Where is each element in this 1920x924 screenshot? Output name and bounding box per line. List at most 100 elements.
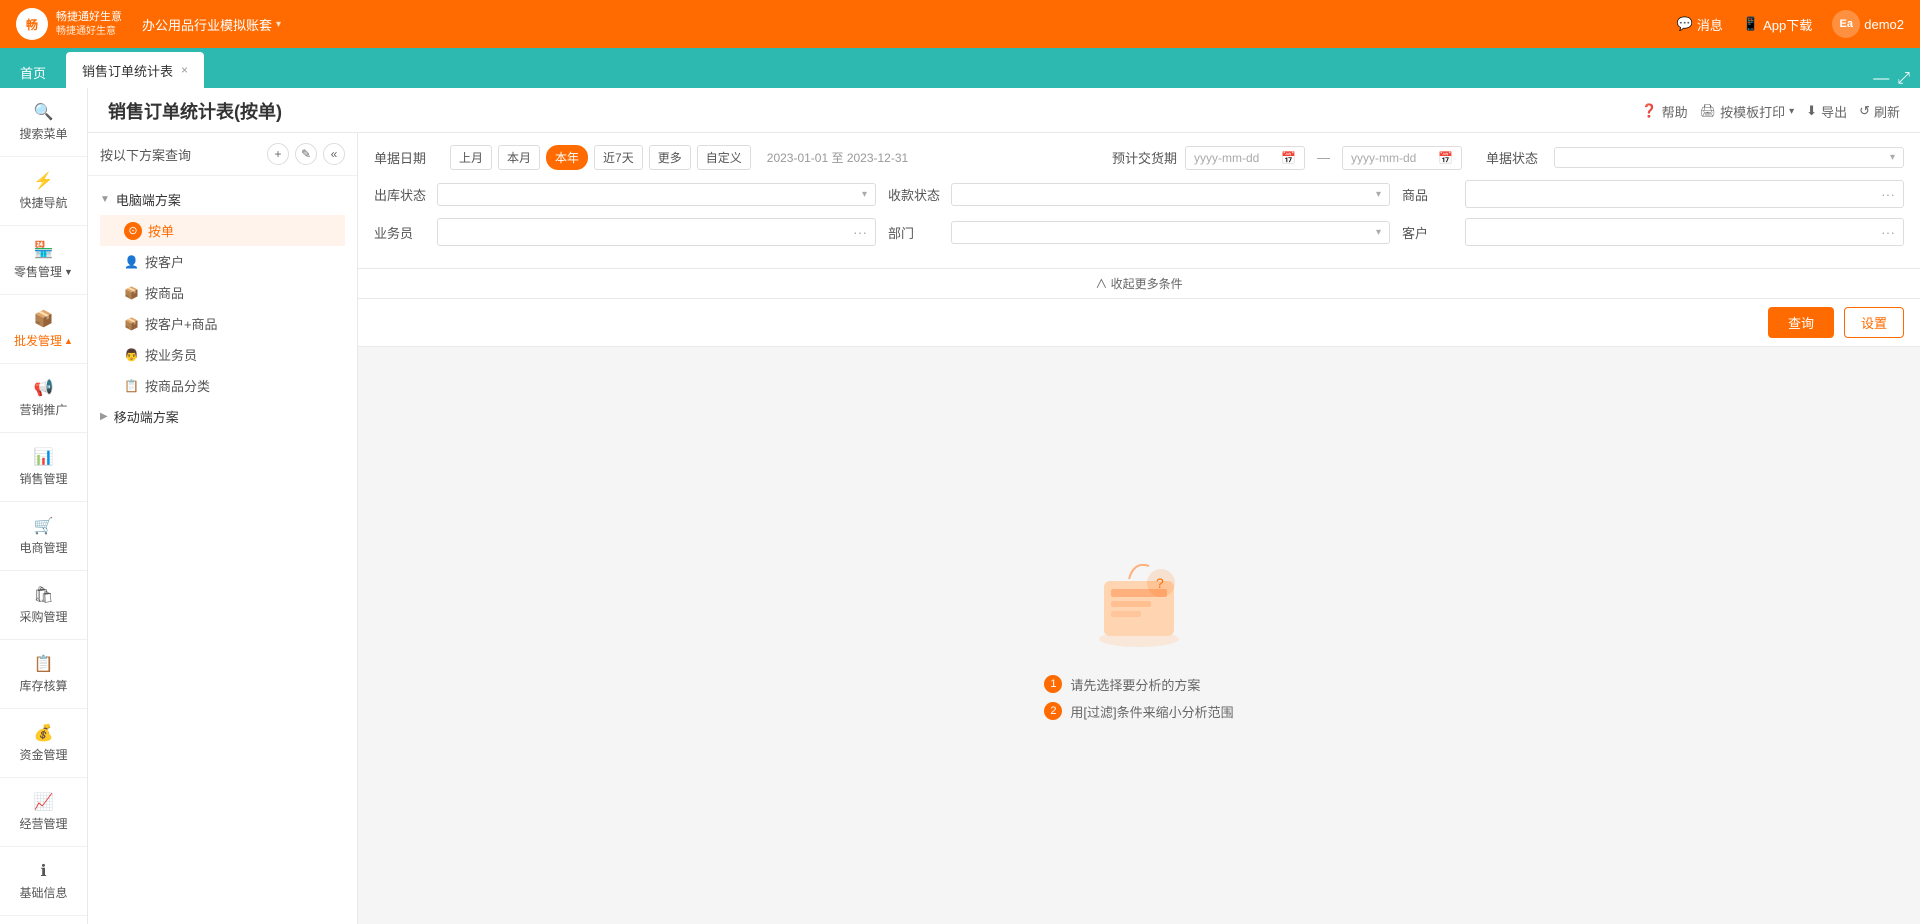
salesperson-label: 业务员	[374, 223, 429, 242]
sidebar-item-ecom[interactable]: 🛒 电商管理	[0, 502, 87, 571]
sidebar-item-operations[interactable]: 📈 经营管理	[0, 778, 87, 847]
status-select[interactable]: ▾	[1554, 147, 1904, 168]
finance-icon: 💰	[0, 723, 87, 743]
sidebar-item-basic-info[interactable]: ℹ 基础信息	[0, 847, 87, 916]
collapse-icon: «	[331, 147, 338, 161]
empty-state: ? 1 请先选择要分析的方案 2 用[过滤]条件来缩小分析范围	[358, 347, 1920, 924]
expected-date-to[interactable]: yyyy-mm-dd 📅	[1342, 146, 1462, 170]
sidebar-item-quicknav[interactable]: ⚡ 快捷导航	[0, 157, 87, 226]
ship-status-select[interactable]: ▾	[437, 183, 876, 206]
tab-bar: 首页 销售订单统计表 × — ⤢	[0, 48, 1920, 88]
refresh-btn[interactable]: ↺ 刷新	[1859, 102, 1900, 121]
salesperson-more-icon[interactable]: ···	[853, 224, 867, 240]
app-icon: 📱	[1743, 16, 1759, 32]
company-dropdown-icon[interactable]: ▾	[276, 19, 281, 30]
help-icon: ❓	[1641, 103, 1657, 119]
filter-row-date: 单据日期 上月 本月 本年 近7天 更多 自定义 2023-01-01 至 20…	[374, 145, 1904, 170]
template-print-btn[interactable]: 🖨 按模板打印 ▾	[1700, 102, 1795, 121]
ship-status-chevron-icon: ▾	[862, 189, 867, 200]
payment-status-label: 收款状态	[888, 185, 943, 204]
dept-select[interactable]: ▾	[951, 221, 1390, 244]
quicknav-icon: ⚡	[0, 171, 87, 191]
sidebar-item-sales-label: 销售管理	[0, 470, 87, 487]
add-scheme-btn[interactable]: +	[267, 143, 289, 165]
payment-status-cell: 收款状态 ▾	[888, 180, 1390, 208]
tree-arrow-mobile: ▶	[100, 411, 108, 422]
tree-section: ▼ 电脑端方案 ⊙ 按单 👤 按客户 📦 按商品	[88, 176, 357, 924]
app-download-btn[interactable]: 📱 App下载	[1743, 15, 1812, 34]
tree-child-by-order-label: 按单	[148, 221, 174, 240]
goods-label: 商品	[1402, 185, 1457, 204]
collapse-panel-btn[interactable]: «	[323, 143, 345, 165]
step-2-num: 2	[1044, 702, 1062, 720]
sidebar-item-sales[interactable]: 📊 销售管理	[0, 433, 87, 502]
tree-child-customer-product-label: 按客户+商品	[145, 314, 218, 333]
settings-btn[interactable]: 设置	[1844, 307, 1904, 338]
goods-more-icon[interactable]: ···	[1881, 186, 1895, 202]
edit-icon: ✎	[301, 147, 311, 161]
sales-icon: 📊	[0, 447, 87, 467]
user-profile[interactable]: Ea demo2	[1832, 10, 1904, 38]
ship-status-label: 出库状态	[374, 185, 429, 204]
salesperson-input[interactable]: ···	[437, 218, 876, 246]
tree-child-by-customer[interactable]: 👤 按客户	[100, 246, 345, 277]
customer-more-icon[interactable]: ···	[1881, 224, 1895, 240]
export-label: 导出	[1821, 102, 1847, 121]
tab-maximize-btn[interactable]: ⤢	[1897, 70, 1910, 88]
tree-parent-mobile-label: 移动端方案	[114, 407, 179, 426]
search-icon: 🔍	[0, 102, 87, 122]
tree-child-customer-product[interactable]: 📦 按客户+商品	[100, 308, 345, 339]
customer-input[interactable]: ···	[1465, 218, 1904, 246]
user-name: demo2	[1864, 17, 1904, 32]
edit-scheme-btn[interactable]: ✎	[295, 143, 317, 165]
collapse-label: ∧ 收起更多条件	[1095, 277, 1182, 291]
tree-parent-pc[interactable]: ▼ 电脑端方案	[100, 184, 345, 215]
help-btn[interactable]: ❓ 帮助	[1641, 102, 1687, 121]
tree-child-by-category[interactable]: 📋 按商品分类	[100, 370, 345, 401]
date-btn-custom[interactable]: 自定义	[697, 145, 751, 170]
expected-date-from[interactable]: yyyy-mm-dd 📅	[1185, 146, 1305, 170]
company-selector[interactable]: 办公用品行业模拟账套 ▾	[122, 15, 1677, 34]
logo-icon: 畅	[16, 8, 48, 40]
sidebar-item-retail[interactable]: 🏪 零售管理 ▼	[0, 226, 87, 295]
date-quick-group: 上月 本月 本年 近7天 更多 自定义	[450, 145, 751, 170]
tab-bar-actions: — ⤢	[1873, 70, 1920, 88]
customer-tree-icon: 👤	[124, 255, 139, 269]
tab-close-icon[interactable]: ×	[181, 63, 188, 77]
date-btn-last-month[interactable]: 上月	[450, 145, 492, 170]
query-btn[interactable]: 查询	[1768, 307, 1834, 338]
date-btn-more[interactable]: 更多	[649, 145, 691, 170]
date-btn-7days[interactable]: 近7天	[594, 145, 643, 170]
tab-active-label: 销售订单统计表	[82, 61, 173, 80]
sidebar-item-wholesale[interactable]: 📦 批发管理 ▲	[0, 295, 87, 364]
refresh-icon: ↺	[1859, 103, 1870, 119]
filter-row-3: 业务员 ··· 部门 ▾	[374, 218, 1904, 246]
sidebar-item-finance[interactable]: 💰 资金管理	[0, 709, 87, 778]
left-panel-header: 按以下方案查询 + ✎ «	[88, 133, 357, 176]
sidebar-item-marketing[interactable]: 📢 营销推广	[0, 364, 87, 433]
date-btn-this-month[interactable]: 本月	[498, 145, 540, 170]
sidebar-item-system[interactable]: ⚙ 系统管理	[0, 916, 87, 924]
sidebar-item-search-label: 搜索菜单	[0, 125, 87, 142]
salesperson-cell: 业务员 ···	[374, 218, 876, 246]
sidebar-item-search[interactable]: 🔍 搜索菜单	[0, 88, 87, 157]
sidebar-item-quicknav-label: 快捷导航	[0, 194, 87, 211]
export-btn[interactable]: ⬇ 导出	[1806, 102, 1847, 121]
tab-home[interactable]: 首页	[0, 56, 66, 88]
tree-child-by-order[interactable]: ⊙ 按单	[100, 215, 345, 246]
tab-minimize-btn[interactable]: —	[1873, 70, 1889, 88]
tab-sales-order[interactable]: 销售订单统计表 ×	[66, 52, 204, 88]
collapse-bar[interactable]: ∧ 收起更多条件	[358, 269, 1920, 299]
goods-input[interactable]: ···	[1465, 180, 1904, 208]
message-btn[interactable]: 💬 消息	[1677, 15, 1723, 34]
date-btn-this-year[interactable]: 本年	[546, 145, 588, 170]
tree-parent-mobile[interactable]: ▶ 移动端方案	[100, 401, 345, 432]
sidebar-item-purchase[interactable]: 🛍 采购管理	[0, 571, 87, 640]
payment-status-select[interactable]: ▾	[951, 183, 1390, 206]
tree-child-by-salesperson[interactable]: 👨 按业务员	[100, 339, 345, 370]
tree-child-by-product[interactable]: 📦 按商品	[100, 277, 345, 308]
sidebar-item-operations-label: 经营管理	[0, 815, 87, 832]
expected-date-to-placeholder: yyyy-mm-dd	[1351, 151, 1416, 165]
sidebar-item-inventory[interactable]: 📋 库存核算	[0, 640, 87, 709]
logo-abbr: 畅	[26, 16, 38, 33]
